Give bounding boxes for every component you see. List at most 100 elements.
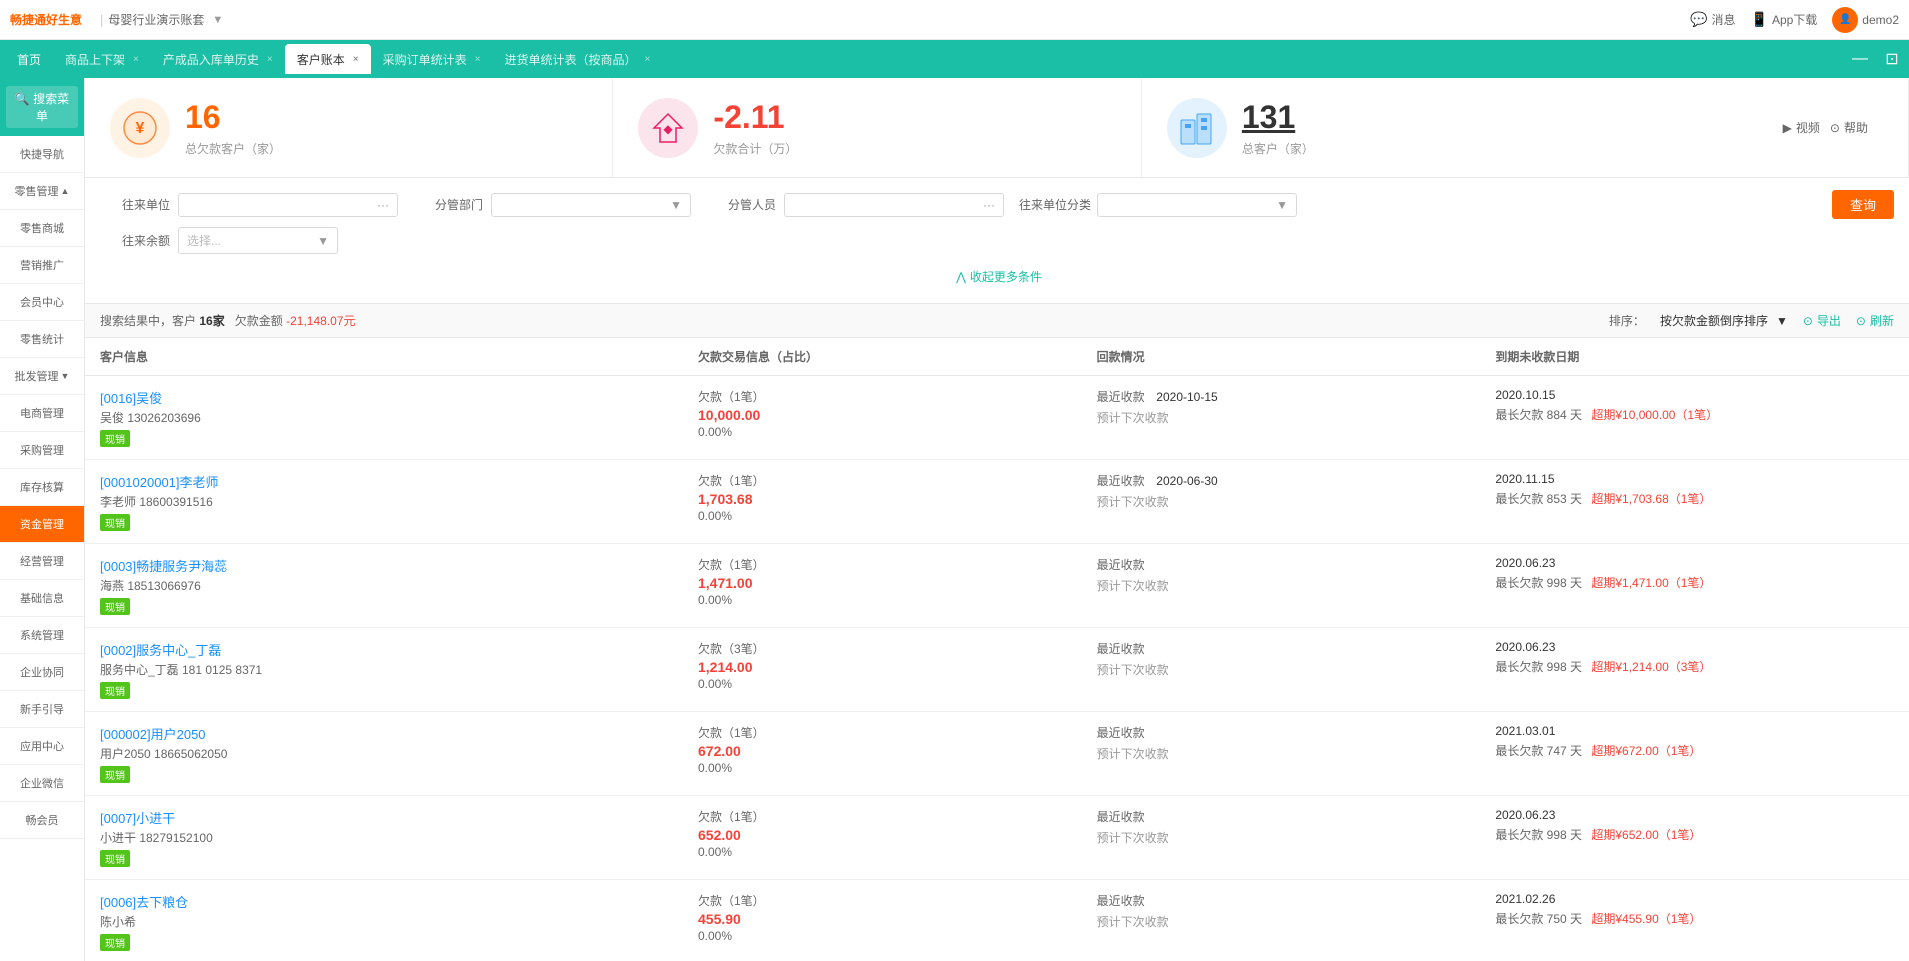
recovery-cell: 最近收款 预计下次收款 [1097, 724, 1496, 762]
stat-icon-2: ◆ [638, 98, 698, 158]
table-row: [0002]服务中心_丁磊 服务中心_丁磊 181 0125 8371 现销 欠… [85, 628, 1909, 712]
tab-close-icon[interactable]: × [133, 54, 139, 65]
due-date-cell: 2021.02.26 最长欠款 750 天 超期¥455.90（1笔） [1495, 892, 1894, 927]
customer-name-link[interactable]: [0001020001]李老师 [100, 472, 698, 491]
collapse-bar[interactable]: ⋀ 收起更多条件 [100, 262, 1894, 291]
tab-close-icon[interactable]: × [644, 54, 650, 65]
result-text: 搜索结果中，客户 16家 欠款金额 -21,148.07元 [100, 312, 355, 329]
sidebar-item-system[interactable]: 系统管理 [0, 617, 84, 654]
sidebar-item-basic-info[interactable]: 基础信息 [0, 580, 84, 617]
help-btn[interactable]: ⊙ 帮助 [1830, 119, 1868, 136]
tab-product-history[interactable]: 产成品入库单历史 × [151, 44, 285, 74]
customer-phone: 用户2050 18665062050 [100, 745, 698, 762]
sidebar-item-vip[interactable]: 畅会员 [0, 802, 84, 839]
sidebar-item-inventory[interactable]: 库存核算 [0, 469, 84, 506]
customer-info-cell: [0006]去下粮仓 陈小希 现销 [100, 892, 698, 951]
sidebar-item-retail-store[interactable]: 零售商城 [0, 210, 84, 247]
tab-home[interactable]: 首页 [5, 44, 53, 74]
person-input[interactable]: ··· [784, 193, 1004, 217]
arrow-icon: ▲ [61, 186, 70, 196]
customer-phone: 李老师 18600391516 [100, 493, 698, 510]
message-btn[interactable]: 💬 消息 [1690, 11, 1735, 28]
tab-bar: 首页 商品上下架 × 产成品入库单历史 × 客户账本 × 采购订单统计表 × 进… [0, 40, 1909, 78]
customer-name-link[interactable]: [000002]用户2050 [100, 724, 698, 743]
customer-phone: 吴俊 13026203696 [100, 409, 698, 426]
user-btn[interactable]: 👤 demo2 [1832, 7, 1899, 33]
stat-number-1: 16 [185, 99, 281, 136]
stat-info-3: 131 总客户（家） [1242, 99, 1314, 157]
customer-name-link[interactable]: [0003]畅捷服务尹海蕊 [100, 556, 698, 575]
sidebar-item-enterprise-wx[interactable]: 企业微信 [0, 765, 84, 802]
sidebar-item-batch-mgmt[interactable]: 批发管理 ▼ [0, 358, 84, 395]
tab-close-icon[interactable]: × [267, 54, 273, 65]
stat-number-2: -2.11 [713, 99, 797, 136]
customer-unit-input[interactable]: ··· [178, 193, 398, 217]
table-row: [0007]小进干 小进干 18279152100 现销 欠款（1笔） 652.… [85, 796, 1909, 880]
sidebar-item-retail-mgmt[interactable]: 零售管理 ▲ [0, 173, 84, 210]
svg-text:◆: ◆ [664, 122, 674, 136]
export-btn[interactable]: ⊙ 导出 [1803, 312, 1841, 329]
sidebar-item-marketing[interactable]: 营销推广 [0, 247, 84, 284]
refresh-btn[interactable]: ⊙ 刷新 [1856, 312, 1894, 329]
customer-name-link[interactable]: [0016]吴俊 [100, 388, 698, 407]
customer-tag: 现销 [100, 850, 130, 867]
tab-inbound-stats[interactable]: 进货单统计表（按商品） × [492, 44, 662, 74]
tab-minimize-btn[interactable]: — [1848, 47, 1872, 71]
unit-category-select[interactable]: ▼ [1097, 193, 1297, 217]
sidebar-item-purchase[interactable]: 采购管理 [0, 432, 84, 469]
customer-tag: 现销 [100, 514, 130, 531]
department-select[interactable]: ▼ [491, 193, 691, 217]
app-download-btn[interactable]: 📱 App下载 [1751, 11, 1818, 28]
sidebar-item-finance[interactable]: 资金管理 [0, 506, 84, 543]
tab-product-toggle[interactable]: 商品上下架 × [53, 44, 151, 74]
tab-purchase-stats[interactable]: 采购订单统计表 × [371, 44, 493, 74]
debt-info-cell: 欠款（1笔） 672.00 0.00% [698, 724, 1097, 775]
customer-name-link[interactable]: [0002]服务中心_丁磊 [100, 640, 698, 659]
sidebar: 🔍 搜索菜单 快捷导航 零售管理 ▲ 零售商城 营销推广 [0, 78, 85, 961]
recovery-cell: 最近收款 预计下次收款 [1097, 556, 1496, 594]
sidebar-item-quick-nav[interactable]: 快捷导航 [0, 136, 84, 173]
sidebar-item-ecommerce[interactable]: 电商管理 [0, 395, 84, 432]
sidebar-item-operations[interactable]: 经营管理 [0, 543, 84, 580]
due-date-cell: 2020.11.15 最长欠款 853 天 超期¥1,703.68（1笔） [1495, 472, 1894, 507]
sidebar-item-app-center[interactable]: 应用中心 [0, 728, 84, 765]
avatar: 👤 [1832, 7, 1858, 33]
customer-tag: 现销 [100, 430, 130, 447]
sort-select[interactable]: 按欠款金额倒序排序 ▼ [1660, 312, 1788, 329]
customer-phone: 服务中心_丁磊 181 0125 8371 [100, 661, 698, 678]
recovery-cell: 最近收款 2020-06-30 预计下次收款 [1097, 472, 1496, 510]
tab-close-icon[interactable]: × [353, 54, 359, 65]
tab-close-icon[interactable]: × [475, 54, 481, 65]
table-row: [0006]去下粮仓 陈小希 现销 欠款（1笔） 455.90 0.00% 最近… [85, 880, 1909, 961]
sidebar-item-member[interactable]: 会员中心 [0, 284, 84, 321]
sort-label: 排序： [1609, 312, 1645, 329]
view-btn[interactable]: ▶ 视频 [1783, 119, 1820, 136]
ellipsis-icon: ··· [377, 198, 389, 212]
stat-card-3: 131 总客户（家） ▶ 视频 ⊙ 帮助 [1142, 78, 1909, 177]
stat-info-1: 16 总欠款客户（家） [185, 99, 281, 157]
customer-name-link[interactable]: [0006]去下粮仓 [100, 892, 698, 911]
filter-customer-unit: 往来单位 ··· [100, 193, 398, 217]
table-row: [0003]畅捷服务尹海蕊 海燕 18513066976 现销 欠款（1笔） 1… [85, 544, 1909, 628]
customer-info-cell: [0001020001]李老师 李老师 18600391516 现销 [100, 472, 698, 531]
search-menu-btn[interactable]: 🔍 搜索菜单 [6, 86, 78, 128]
search-button[interactable]: 查询 [1832, 190, 1894, 219]
filter-area: 往来单位 ··· 分管部门 ▼ 分管人员 [85, 178, 1909, 304]
customer-name-link[interactable]: [0007]小进干 [100, 808, 698, 827]
balance-select[interactable]: 选择... ▼ [178, 227, 338, 254]
due-date-cell: 2020.06.23 最长欠款 998 天 超期¥1,471.00（1笔） [1495, 556, 1894, 591]
export-icon: ⊙ [1803, 314, 1813, 328]
customer-tag: 现销 [100, 598, 130, 615]
sidebar-item-enterprise[interactable]: 企业协同 [0, 654, 84, 691]
sidebar-search-area: 🔍 搜索菜单 [0, 78, 84, 136]
tab-expand-btn[interactable]: ⊡ [1880, 47, 1904, 71]
sidebar-item-guide[interactable]: 新手引导 [0, 691, 84, 728]
stat-icon-1: ¥ [110, 98, 170, 158]
collapse-icon: ⋀ [956, 270, 966, 284]
table-row: [000002]用户2050 用户2050 18665062050 现销 欠款（… [85, 712, 1909, 796]
tab-customer-account[interactable]: 客户账本 × [285, 44, 371, 74]
sidebar-item-retail-stats[interactable]: 零售统计 [0, 321, 84, 358]
stat-number-3: 131 [1242, 99, 1314, 136]
stats-bar: ¥ 16 总欠款客户（家） ◆ [85, 78, 1909, 178]
customer-phone: 海燕 18513066976 [100, 577, 698, 594]
